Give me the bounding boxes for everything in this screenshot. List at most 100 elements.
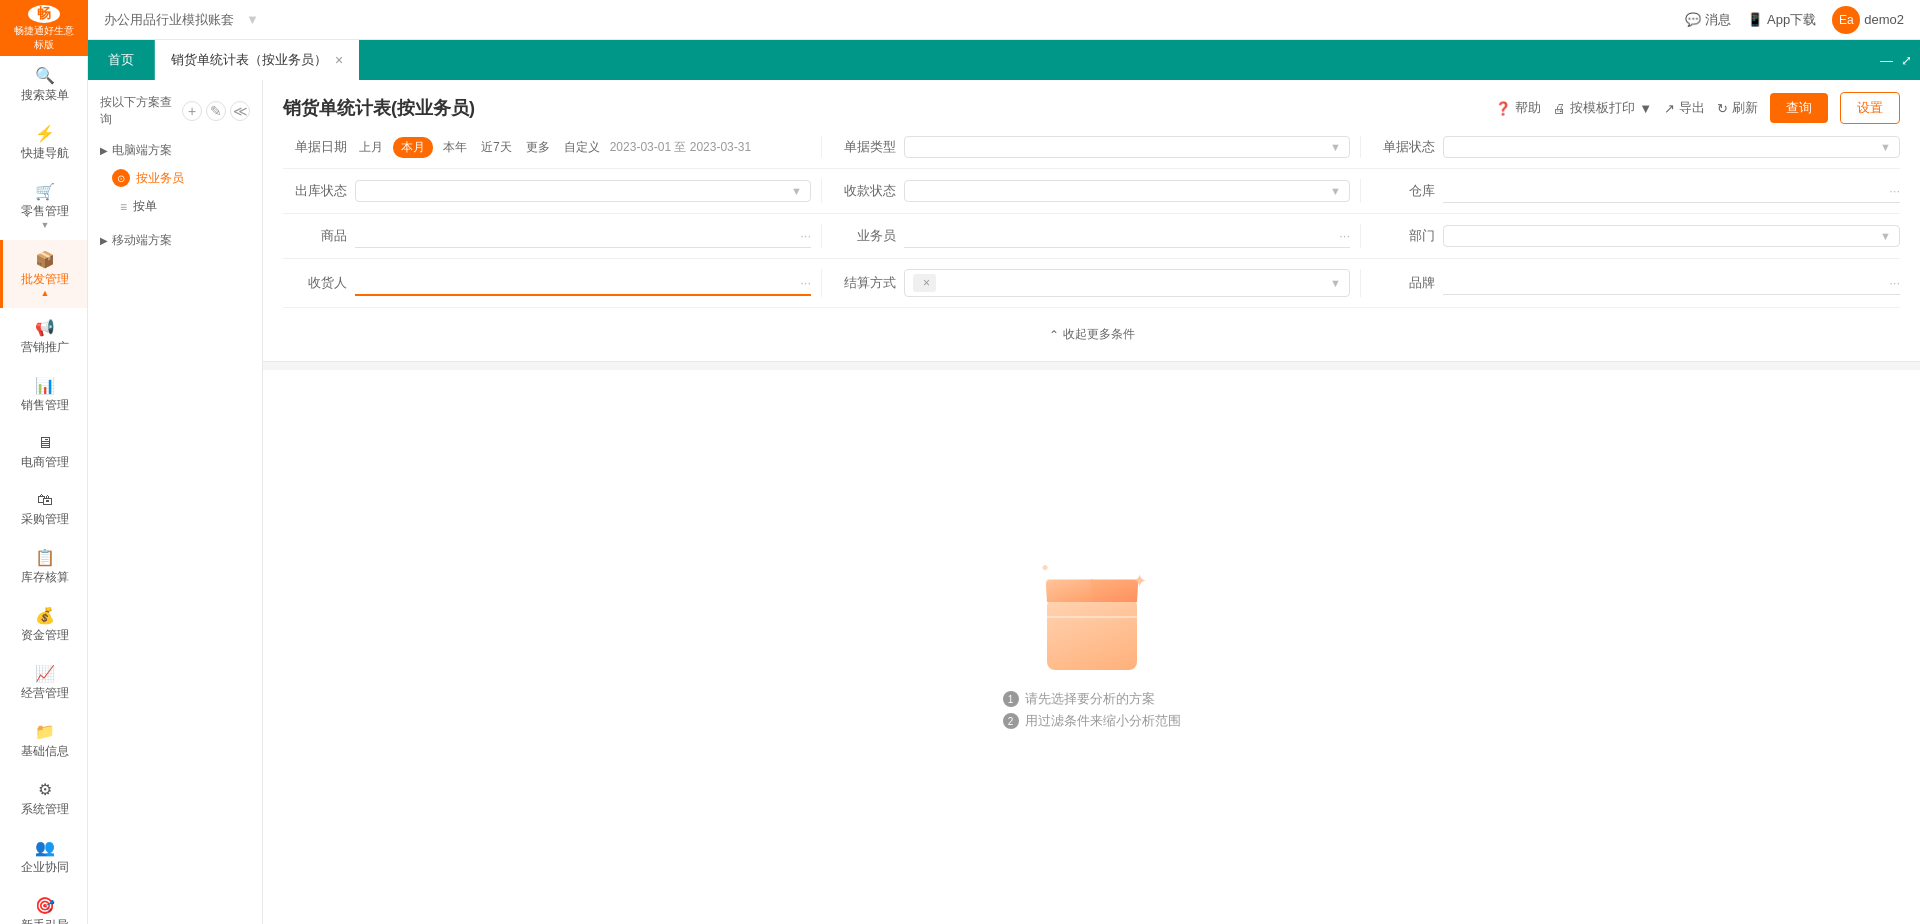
sidebar-item-sales-label: 销售管理 [21,397,69,414]
brand-filter-input[interactable]: ··· [1443,271,1900,295]
username-label: demo2 [1864,12,1904,27]
tab-bar: 首页 销货单统计表（按业务员） × — ⤢ [88,40,1920,80]
warehouse-dots-icon[interactable]: ··· [1889,183,1900,198]
brand-dots-icon[interactable]: ··· [1889,275,1900,290]
date-tab-thisyear[interactable]: 本年 [439,137,471,158]
date-tab-custom[interactable]: 自定义 [560,137,604,158]
staff-filter-input[interactable]: ··· [904,224,1350,248]
scheme-item-salesperson[interactable]: ⊙ 按业务员 [88,163,262,193]
sidebar-item-search[interactable]: 🔍 搜索菜单 [0,56,87,114]
dept-filter-select[interactable]: ▼ [1443,225,1900,247]
sidebar-item-retail[interactable]: 🛒 零售管理 ▼ [0,172,87,240]
avatar: Ea [1832,6,1860,34]
wholesale-arrow: ▲ [41,288,50,298]
empty-hint-2: 2 用过滤条件来缩小分析范围 [1003,712,1181,730]
receiver-filter-input[interactable]: ··· [355,271,811,296]
export-label: 导出 [1679,99,1705,117]
query-label: 查询 [1786,99,1812,117]
operations-icon: 📈 [35,664,55,683]
payment-filter-select[interactable]: × ▼ [904,269,1350,297]
payment-tag-close[interactable]: × [923,276,930,290]
help-btn[interactable]: ❓ 帮助 [1495,99,1541,117]
sales-icon: 📊 [35,376,55,395]
tab-maximize-icon[interactable]: ⤢ [1901,53,1912,68]
settings-btn[interactable]: 设置 [1840,92,1900,124]
sidebar-item-basic[interactable]: 📁 基础信息 [0,712,87,770]
sidebar-item-retail-label: 零售管理 [21,203,69,220]
top-header: 办公用品行业模拟账套 ▼ 💬 消息 📱 App下载 Ea demo2 [88,0,1920,40]
payment-label: 结算方式 [832,274,904,292]
scheme-add-btn[interactable]: + [182,101,202,121]
receipt-filter-select[interactable]: ▼ [904,180,1350,202]
inventory-icon: 📋 [35,548,55,567]
warehouse-label: 仓库 [1371,182,1443,200]
scheme-collapse-btn[interactable]: ≪ [230,101,250,121]
sidebar-item-collab[interactable]: 👥 企业协同 [0,828,87,886]
receiver-filter-cell: 收货人 ··· [283,269,822,297]
dept-label: 部门 [1371,227,1443,245]
tab-close-btn[interactable]: × [335,52,343,68]
user-avatar-area[interactable]: Ea demo2 [1832,6,1904,34]
export-btn[interactable]: ↗ 导出 [1664,99,1705,117]
sidebar-item-purchase[interactable]: 🛍 采购管理 [0,481,87,538]
dept-select-arrow-icon: ▼ [1880,230,1891,242]
date-tab-thismonth[interactable]: 本月 [393,137,433,158]
scheme-item-active-icon: ⊙ [112,169,130,187]
goods-dots-icon[interactable]: ··· [800,228,811,243]
sidebar-item-finance[interactable]: 💰 资金管理 [0,596,87,654]
page-header-actions: ❓ 帮助 🖨 按模板打印 ▼ ↗ 导出 ↻ [1495,92,1900,124]
scheme-group-mobile-header[interactable]: ▶ 移动端方案 [88,228,262,253]
staff-dots-icon[interactable]: ··· [1339,228,1350,243]
collapse-btn[interactable]: ⌃ 收起更多条件 [283,318,1900,351]
message-btn[interactable]: 💬 消息 [1685,11,1731,29]
tab-sales-stat[interactable]: 销货单统计表（按业务员） × [155,40,359,80]
type-label: 单据类型 [832,138,904,156]
message-label: 消息 [1705,11,1731,29]
warehouse-filter-input[interactable]: ··· [1443,179,1900,203]
outin-select-arrow-icon: ▼ [791,185,802,197]
scheme-group-desktop-header[interactable]: ▶ 电脑端方案 [88,138,262,163]
date-tab-lastmonth[interactable]: 上月 [355,137,387,158]
scheme-group-mobile-arrow-icon: ▶ [100,235,108,246]
ecom-icon: 🖥 [37,434,53,452]
sidebar-item-system[interactable]: ⚙ 系统管理 [0,770,87,828]
sidebar-item-marketing[interactable]: 📢 营销推广 [0,308,87,366]
template-print-btn[interactable]: 🖨 按模板打印 ▼ [1553,99,1652,117]
app-download-btn[interactable]: 📱 App下载 [1747,11,1816,29]
type-filter-select[interactable]: ▼ [904,136,1350,158]
receiver-dots-icon[interactable]: ··· [800,275,811,290]
collapse-area: ⌃ 收起更多条件 [283,307,1900,361]
receiver-input[interactable] [355,275,800,290]
date-tab-more[interactable]: 更多 [522,137,554,158]
sidebar-item-guide[interactable]: 🎯 新手引导 [0,886,87,924]
retail-arrow: ▼ [41,220,50,230]
tab-home[interactable]: 首页 [88,40,155,80]
query-btn[interactable]: 查询 [1770,93,1828,123]
sidebar-item-marketing-label: 营销推广 [21,339,69,356]
logo-icon: 畅 [28,5,60,23]
sidebar-item-wholesale[interactable]: 📦 批发管理 ▲ [0,240,87,308]
marketing-icon: 📢 [35,318,55,337]
empty-box [1047,598,1137,670]
sidebar-item-sales[interactable]: 📊 销售管理 [0,366,87,424]
scheme-edit-btn[interactable]: ✎ [206,101,226,121]
empty-box-top [1047,580,1137,602]
scheme-item-order[interactable]: ≡ 按单 [88,193,262,220]
sidebar-item-inventory[interactable]: 📋 库存核算 [0,538,87,596]
finance-icon: 💰 [35,606,55,625]
refresh-btn[interactable]: ↻ 刷新 [1717,99,1758,117]
status-filter-select[interactable]: ▼ [1443,136,1900,158]
staff-filter-cell: 业务员 ··· [822,224,1361,248]
goods-filter-input[interactable]: ··· [355,224,811,248]
retail-icon: 🛒 [35,182,55,201]
outin-filter-select[interactable]: ▼ [355,180,811,202]
sidebar-item-ecom[interactable]: 🖥 电商管理 [0,424,87,481]
tab-minimize-icon[interactable]: — [1880,53,1893,68]
date-tab-last7[interactable]: 近7天 [477,137,516,158]
sidebar-item-search-label: 搜索菜单 [21,87,69,104]
sidebar-item-operations[interactable]: 📈 经营管理 [0,654,87,712]
sidebar-item-shortcut[interactable]: ⚡ 快捷导航 [0,114,87,172]
app-logo: 畅 畅捷通好生意 标版 [0,0,88,56]
wholesale-icon: 📦 [35,250,55,269]
settings-label: 设置 [1857,99,1883,117]
